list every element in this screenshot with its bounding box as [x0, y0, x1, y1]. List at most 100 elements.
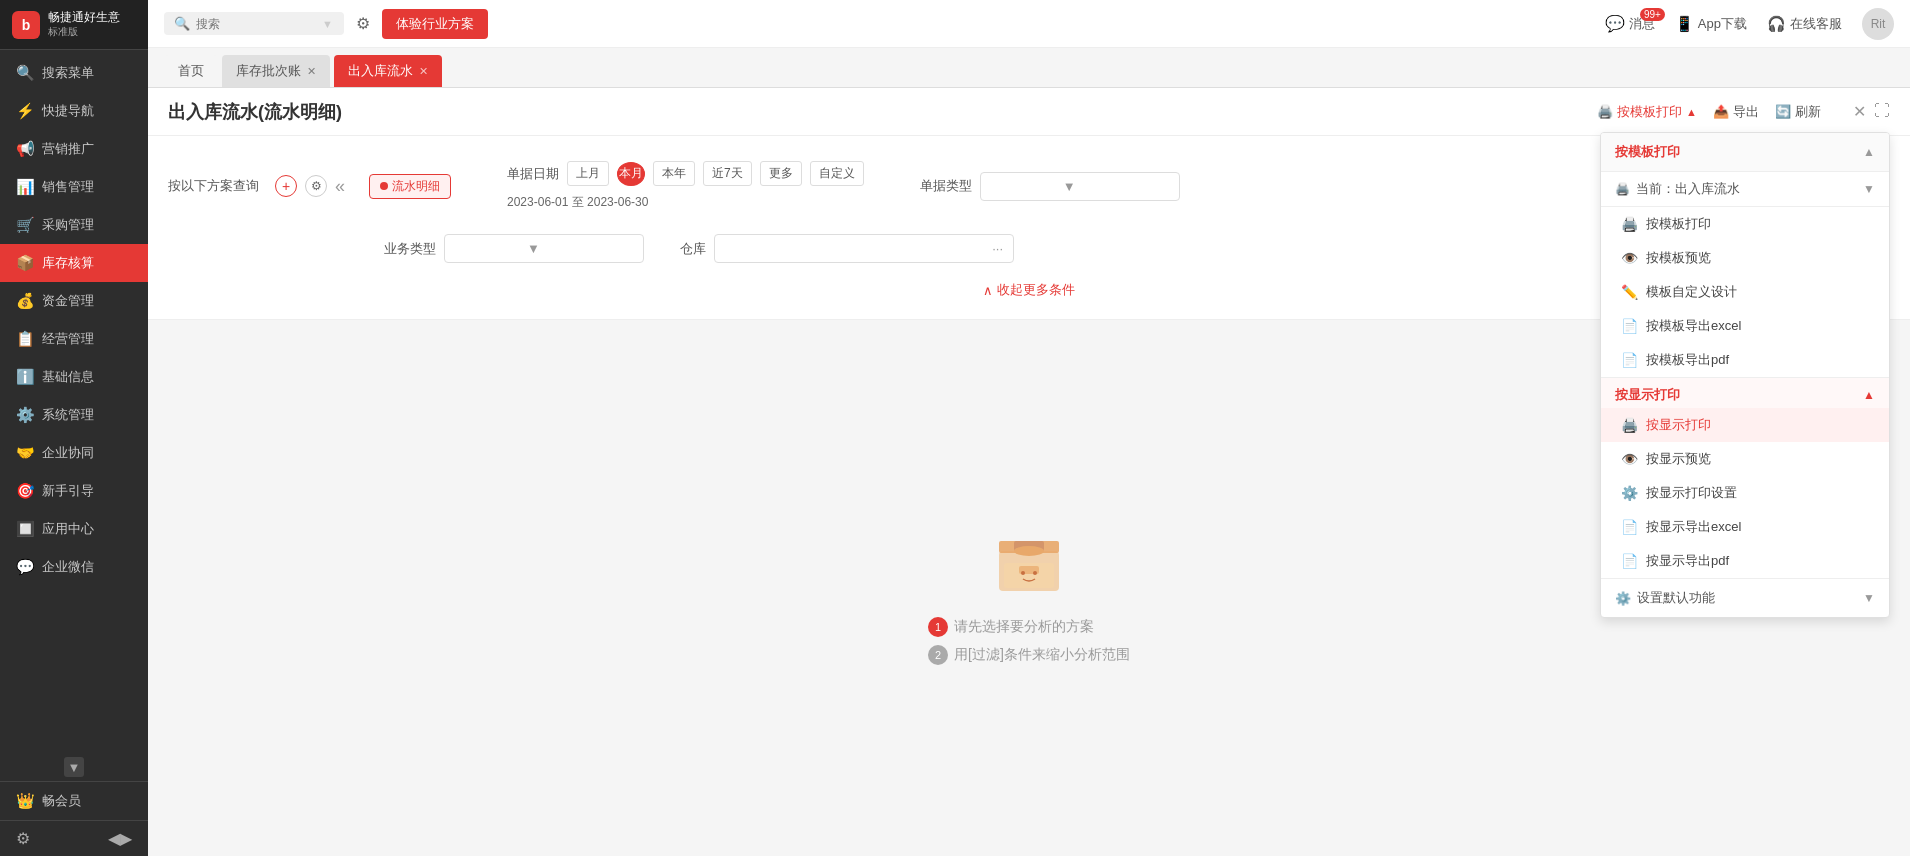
tab-inventory-flow[interactable]: 出入库流水 ✕ — [334, 55, 442, 87]
settings-bottom-icon[interactable]: ⚙ — [16, 829, 30, 848]
date-btn-custom[interactable]: 自定义 — [810, 161, 864, 186]
collapse-up-icon: ∧ — [983, 283, 993, 298]
sidebar-item-basic-info[interactable]: ℹ️ 基础信息 — [0, 358, 148, 396]
tab-home[interactable]: 首页 — [164, 55, 218, 87]
dropdown-item-display-preview[interactable]: 👁️ 按显示预览 — [1601, 442, 1889, 476]
search-dropdown-arrow[interactable]: ▼ — [322, 18, 333, 30]
filter-add-btn[interactable]: + — [275, 175, 297, 197]
sidebar-scroll-down[interactable]: ▼ — [64, 757, 84, 777]
topbar: 🔍 ▼ ⚙ 体验行业方案 💬 消息 99+ 📱 App下载 🎧 在线客服 Rit — [148, 0, 1910, 48]
sidebar-item-guide[interactable]: 🎯 新手引导 — [0, 472, 148, 510]
dropdown-item-template-design[interactable]: ✏️ 模板自定义设计 — [1601, 275, 1889, 309]
date-range: 2023-06-01 至 2023-06-30 — [507, 194, 864, 211]
app-download-btn[interactable]: 📱 App下载 — [1675, 15, 1747, 33]
warehouse-select[interactable]: ··· — [714, 234, 1014, 263]
user-avatar[interactable]: Rit — [1862, 8, 1894, 40]
step-num-1: 1 — [928, 617, 948, 637]
display-preview-icon: 👁️ — [1621, 451, 1638, 467]
dropdown-item-template-preview[interactable]: 👁️ 按模板预览 — [1601, 241, 1889, 275]
refresh-btn[interactable]: 🔄 刷新 — [1775, 103, 1821, 121]
template-preview-icon: 👁️ — [1621, 250, 1638, 266]
main-area: 🔍 ▼ ⚙ 体验行业方案 💬 消息 99+ 📱 App下载 🎧 在线客服 Rit — [148, 0, 1910, 856]
collapse-icon[interactable]: ◀▶ — [108, 829, 132, 848]
sidebar-item-quick-nav[interactable]: ⚡ 快捷导航 — [0, 92, 148, 130]
business-type-select[interactable]: ▼ — [444, 234, 644, 263]
date-btn-more[interactable]: 更多 — [760, 161, 802, 186]
print-icon: 🖨️ — [1597, 104, 1613, 119]
sidebar-item-sales[interactable]: 📊 销售管理 — [0, 168, 148, 206]
close-icon[interactable]: ✕ — [1853, 102, 1866, 121]
voucher-type-label: 单据类型 — [920, 177, 972, 195]
tab-close-flow[interactable]: ✕ — [419, 65, 428, 78]
dropdown-item-template-pdf[interactable]: 📄 按模板导出pdf — [1601, 343, 1889, 377]
dropdown-section2-header: 按显示打印 ▲ — [1601, 377, 1889, 408]
template-print-icon: 🖨️ — [1621, 216, 1638, 232]
display-print-icon: 🖨️ — [1621, 417, 1638, 433]
dropdown-collapse-icon[interactable]: ▲ — [1863, 145, 1875, 159]
sidebar-item-search[interactable]: 🔍 搜索菜单 — [0, 54, 148, 92]
dropdown-item-template-excel[interactable]: 📄 按模板导出excel — [1601, 309, 1889, 343]
wechat-icon: 💬 — [16, 558, 34, 576]
logo-sub: 标准版 — [48, 25, 120, 39]
sidebar-item-operations[interactable]: 📋 经营管理 — [0, 320, 148, 358]
tab-close-batch[interactable]: ✕ — [307, 65, 316, 78]
warehouse-more-icon[interactable]: ··· — [992, 241, 1003, 256]
search-box[interactable]: 🔍 ▼ — [164, 12, 344, 35]
business-type-container: 业务类型 ▼ — [384, 234, 644, 263]
template-design-icon: ✏️ — [1621, 284, 1638, 300]
win-controls: ✕ ⛶ — [1853, 102, 1890, 121]
sidebar-item-finance[interactable]: 💰 资金管理 — [0, 282, 148, 320]
member-icon: 👑 — [16, 792, 34, 810]
dropdown-current[interactable]: 🖨️ 当前：出入库流水 ▼ — [1601, 172, 1889, 207]
footer-arrow-icon[interactable]: ▼ — [1863, 591, 1875, 605]
date-btn-last-month[interactable]: 上月 — [567, 161, 609, 186]
filter-type-tag[interactable]: 流水明细 — [369, 174, 451, 199]
dropdown-footer[interactable]: ⚙️ 设置默认功能 ▼ — [1601, 578, 1889, 617]
dropdown-item-display-excel[interactable]: 📄 按显示导出excel — [1601, 510, 1889, 544]
current-arrow-icon[interactable]: ▼ — [1863, 182, 1875, 196]
dropdown-title: 按模板打印 — [1615, 143, 1680, 161]
topbar-gear-icon[interactable]: ⚙ — [356, 14, 370, 33]
logo-text: 畅捷通好生意 — [48, 10, 120, 26]
sidebar-item-marketing[interactable]: 📢 营销推广 — [0, 130, 148, 168]
export-btn[interactable]: 📤 导出 — [1713, 103, 1759, 121]
tab-inventory-batch[interactable]: 库存批次账 ✕ — [222, 55, 330, 87]
sidebar-item-collab[interactable]: 🤝 企业协同 — [0, 434, 148, 472]
print-btn[interactable]: 🖨️ 按模板打印 ▲ — [1597, 103, 1697, 121]
search-icon: 🔍 — [16, 64, 34, 82]
topbar-right: 💬 消息 99+ 📱 App下载 🎧 在线客服 Rit — [1605, 8, 1894, 40]
sidebar-item-inventory[interactable]: 📦 库存核算 — [0, 244, 148, 282]
filter-expand-icon[interactable]: « — [335, 176, 345, 197]
date-btn-7days[interactable]: 近7天 — [703, 161, 752, 186]
dropdown-item-display-pdf[interactable]: 📄 按显示导出pdf — [1601, 544, 1889, 578]
sidebar-item-member[interactable]: 👑 畅会员 — [0, 781, 148, 820]
basic-info-icon: ℹ️ — [16, 368, 34, 386]
online-service-btn[interactable]: 🎧 在线客服 — [1767, 15, 1842, 33]
sidebar-item-purchase[interactable]: 🛒 采购管理 — [0, 206, 148, 244]
expand-icon[interactable]: ⛶ — [1874, 102, 1890, 121]
dropdown-item-display-print[interactable]: 🖨️ 按显示打印 — [1601, 408, 1889, 442]
section2-arrow-icon[interactable]: ▲ — [1863, 388, 1875, 402]
page-actions: 🖨️ 按模板打印 ▲ 📤 导出 🔄 刷新 ✕ ⛶ 按模板打印 ▲ — [1597, 102, 1890, 121]
filter-gear-btn[interactable]: ⚙ — [305, 175, 327, 197]
search-input[interactable] — [196, 17, 316, 31]
purchase-icon: 🛒 — [16, 216, 34, 234]
dropdown-item-display-settings[interactable]: ⚙️ 按显示打印设置 — [1601, 476, 1889, 510]
sidebar-item-app-center[interactable]: 🔲 应用中心 — [0, 510, 148, 548]
display-settings-icon: ⚙️ — [1621, 485, 1638, 501]
voucher-type-arrow: ▼ — [1063, 179, 1076, 194]
logo-icon: b — [12, 11, 40, 39]
sidebar-item-system[interactable]: ⚙️ 系统管理 — [0, 396, 148, 434]
voucher-type-select[interactable]: ▼ — [980, 172, 1180, 201]
date-btn-this-year[interactable]: 本年 — [653, 161, 695, 186]
template-excel-icon: 📄 — [1621, 318, 1638, 334]
page-header: 出入库流水(流水明细) 🖨️ 按模板打印 ▲ 📤 导出 🔄 刷新 ✕ ⛶ — [148, 88, 1910, 136]
sidebar-item-wechat[interactable]: 💬 企业微信 — [0, 548, 148, 586]
dropdown-header: 按模板打印 ▲ — [1601, 133, 1889, 172]
dropdown-item-template-print[interactable]: 🖨️ 按模板打印 — [1601, 207, 1889, 241]
tabbar: 首页 库存批次账 ✕ 出入库流水 ✕ — [148, 48, 1910, 88]
message-btn[interactable]: 💬 消息 99+ — [1605, 14, 1655, 33]
date-btn-this-month[interactable]: 本月 — [617, 162, 645, 186]
collapse-btn[interactable]: ∧ 收起更多条件 — [977, 275, 1081, 305]
industry-btn[interactable]: 体验行业方案 — [382, 9, 488, 39]
